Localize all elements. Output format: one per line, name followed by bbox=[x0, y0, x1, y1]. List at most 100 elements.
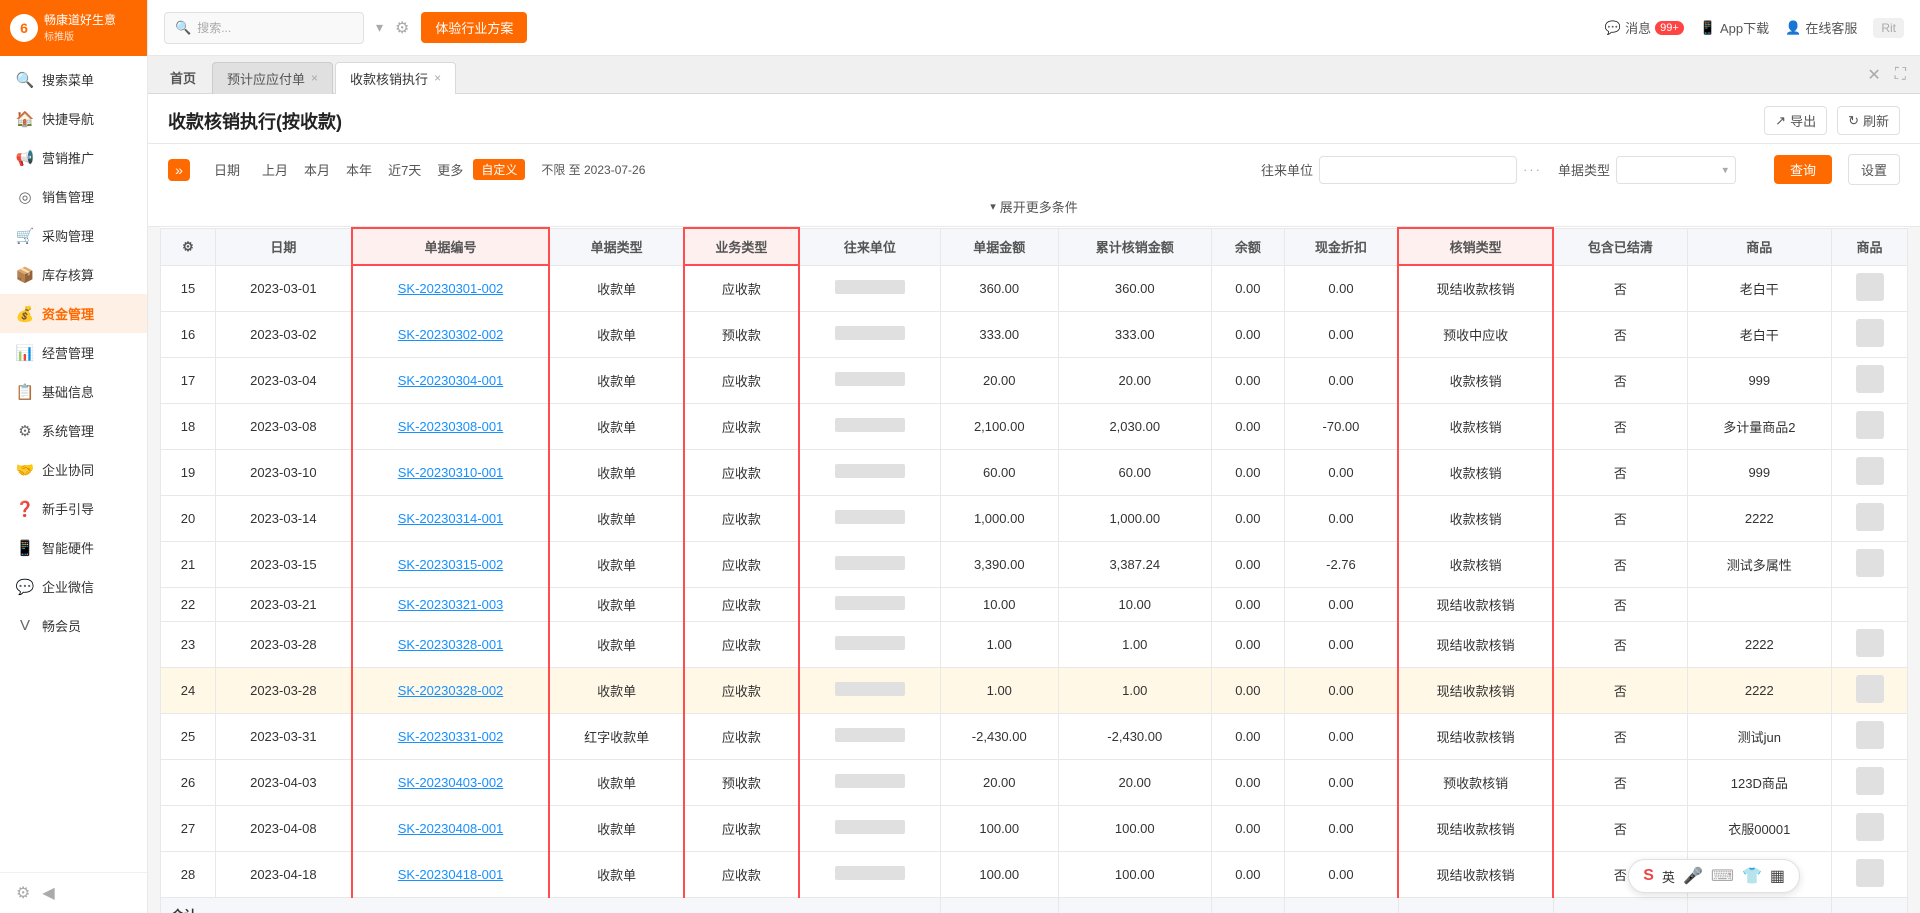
row-no: 16 bbox=[161, 311, 216, 357]
row-verified: 3,387.24 bbox=[1058, 541, 1211, 587]
export-button[interactable]: ↗ 导出 bbox=[1764, 106, 1827, 135]
date-btn-last-month[interactable]: 上月 bbox=[256, 158, 294, 181]
topbar-dropdown-arrow[interactable]: ▾ bbox=[376, 19, 383, 36]
partner-blurred bbox=[835, 372, 905, 386]
row-code-link[interactable]: SK-20230302-002 bbox=[398, 327, 504, 342]
sidebar-item-finance[interactable]: 💰 资金管理 bbox=[0, 294, 147, 333]
partner-blurred bbox=[835, 510, 905, 524]
sidebar-item-operations[interactable]: 📊 经营管理 bbox=[0, 333, 147, 372]
sidebar-gear-icon[interactable]: ⚙ bbox=[16, 883, 30, 903]
col-partner: 往来单位 bbox=[799, 228, 941, 265]
row-partner bbox=[799, 713, 941, 759]
msg-button[interactable]: 💬 消息 99+ bbox=[1605, 18, 1684, 37]
sidebar-item-marketing[interactable]: 📢 营销推广 bbox=[0, 138, 147, 177]
row-code-link[interactable]: SK-20230301-002 bbox=[398, 281, 504, 296]
row-partner bbox=[799, 495, 941, 541]
voucher-type-select[interactable] bbox=[1616, 156, 1736, 184]
expand-more-btn[interactable]: ▾ 展开更多条件 bbox=[990, 197, 1078, 216]
sidebar-icon-sales: ◎ bbox=[16, 188, 34, 206]
sidebar-item-vip[interactable]: V 畅会员 bbox=[0, 606, 147, 645]
row-included: 否 bbox=[1553, 311, 1687, 357]
tab-prepay[interactable]: 预计应应付单 × bbox=[212, 62, 333, 94]
msg-icon: 💬 bbox=[1605, 20, 1621, 36]
row-code-link[interactable]: SK-20230321-003 bbox=[398, 597, 504, 612]
row-code-link[interactable]: SK-20230403-002 bbox=[398, 775, 504, 790]
partner-input[interactable] bbox=[1319, 156, 1517, 184]
date-btn-this-month[interactable]: 本月 bbox=[298, 158, 336, 181]
row-goods-img bbox=[1832, 403, 1908, 449]
row-code-link[interactable]: SK-20230310-001 bbox=[398, 465, 504, 480]
row-code-link[interactable]: SK-20230408-001 bbox=[398, 821, 504, 836]
tab-prepay-close[interactable]: × bbox=[311, 71, 318, 85]
row-discount: 0.00 bbox=[1284, 851, 1398, 897]
sidebar-item-purchase[interactable]: 🛒 采购管理 bbox=[0, 216, 147, 255]
row-discount: 0.00 bbox=[1284, 713, 1398, 759]
app-download-button[interactable]: 📱 App下载 bbox=[1700, 18, 1769, 37]
row-date: 2023-03-02 bbox=[215, 311, 351, 357]
float-keyboard-icon[interactable]: ⌨ bbox=[1711, 866, 1734, 886]
sidebar-collapse-icon[interactable]: ◀ bbox=[42, 883, 54, 903]
tab-collection-close[interactable]: × bbox=[434, 71, 441, 85]
float-shirt-icon[interactable]: 👕 bbox=[1742, 866, 1762, 886]
sidebar-item-sales[interactable]: ◎ 销售管理 bbox=[0, 177, 147, 216]
row-balance: 0.00 bbox=[1211, 403, 1284, 449]
service-button[interactable]: 👤 在线客服 bbox=[1785, 18, 1857, 37]
partner-dots[interactable]: ··· bbox=[1523, 162, 1542, 177]
sidebar-item-search[interactable]: 🔍 搜索菜单 bbox=[0, 60, 147, 99]
solution-button[interactable]: 体验行业方案 bbox=[421, 12, 527, 43]
row-btype: 应收款 bbox=[684, 357, 799, 403]
row-btype: 应收款 bbox=[684, 713, 799, 759]
float-eng-label[interactable]: 英 bbox=[1662, 867, 1675, 886]
table-row: 27 2023-04-08 SK-20230408-001 收款单 应收款 10… bbox=[161, 805, 1908, 851]
row-code-link[interactable]: SK-20230304-001 bbox=[398, 373, 504, 388]
date-custom-btn[interactable]: 自定义 bbox=[473, 159, 525, 180]
sidebar-item-guide[interactable]: ❓ 新手引导 bbox=[0, 489, 147, 528]
tab-collection[interactable]: 收款核销执行 × bbox=[335, 62, 456, 94]
row-goods-img bbox=[1832, 759, 1908, 805]
sidebar-label-marketing: 营销推广 bbox=[42, 148, 94, 167]
tab-maximize[interactable]: ⛶ bbox=[1889, 66, 1912, 84]
sidebar-label-sales: 销售管理 bbox=[42, 187, 94, 206]
sidebar-item-system[interactable]: ⚙ 系统管理 bbox=[0, 411, 147, 450]
row-vtype: 收款单 bbox=[549, 541, 684, 587]
sidebar-item-quick-nav[interactable]: 🏠 快捷导航 bbox=[0, 99, 147, 138]
row-date: 2023-03-28 bbox=[215, 667, 351, 713]
tab-close-window[interactable]: ✕ bbox=[1861, 65, 1886, 85]
sidebar-item-wechat[interactable]: 💬 企业微信 bbox=[0, 567, 147, 606]
sidebar-item-hardware[interactable]: 📱 智能硬件 bbox=[0, 528, 147, 567]
partner-blurred bbox=[835, 280, 905, 294]
sidebar-item-basic[interactable]: 📋 基础信息 bbox=[0, 372, 147, 411]
setting-button[interactable]: 设置 bbox=[1848, 154, 1900, 185]
topbar-search[interactable]: 🔍 搜索... bbox=[164, 12, 364, 44]
date-btn-this-year[interactable]: 本年 bbox=[340, 158, 378, 181]
sidebar-item-inventory[interactable]: 📦 库存核算 bbox=[0, 255, 147, 294]
row-included: 否 bbox=[1553, 449, 1687, 495]
col-settings[interactable]: ⚙ bbox=[161, 228, 216, 265]
topbar-actions: 💬 消息 99+ 📱 App下载 👤 在线客服 Rit bbox=[1605, 18, 1904, 38]
filter-toggle-btn[interactable]: » bbox=[168, 159, 190, 181]
float-grid-icon[interactable]: ▦ bbox=[1770, 866, 1785, 886]
page-actions: ↗ 导出 ↻ 刷新 bbox=[1764, 106, 1900, 135]
row-code-link[interactable]: SK-20230308-001 bbox=[398, 419, 504, 434]
row-code-link[interactable]: SK-20230328-001 bbox=[398, 637, 504, 652]
date-btn-7days[interactable]: 近7天 bbox=[382, 158, 427, 181]
sidebar-item-corp[interactable]: 🤝 企业协同 bbox=[0, 450, 147, 489]
query-button[interactable]: 查询 bbox=[1774, 155, 1832, 184]
row-balance: 0.00 bbox=[1211, 759, 1284, 805]
row-code-link[interactable]: SK-20230314-001 bbox=[398, 511, 504, 526]
row-goods-img bbox=[1832, 851, 1908, 897]
topbar-gear-icon[interactable]: ⚙ bbox=[395, 18, 409, 38]
float-mic-icon[interactable]: 🎤 bbox=[1683, 866, 1703, 886]
logo-badge: 标推版 bbox=[44, 28, 116, 43]
tab-home[interactable]: 首页 bbox=[156, 62, 210, 94]
row-code-link[interactable]: SK-20230328-002 bbox=[398, 683, 504, 698]
row-code-link[interactable]: SK-20230331-002 bbox=[398, 729, 504, 744]
footer-amount bbox=[940, 897, 1058, 913]
date-btn-more[interactable]: 更多 bbox=[431, 158, 469, 181]
table-row: 17 2023-03-04 SK-20230304-001 收款单 应收款 20… bbox=[161, 357, 1908, 403]
row-code-link[interactable]: SK-20230418-001 bbox=[398, 867, 504, 882]
row-goods-img bbox=[1832, 621, 1908, 667]
refresh-button[interactable]: ↻ 刷新 bbox=[1837, 106, 1900, 135]
row-partner bbox=[799, 541, 941, 587]
row-code-link[interactable]: SK-20230315-002 bbox=[398, 557, 504, 572]
